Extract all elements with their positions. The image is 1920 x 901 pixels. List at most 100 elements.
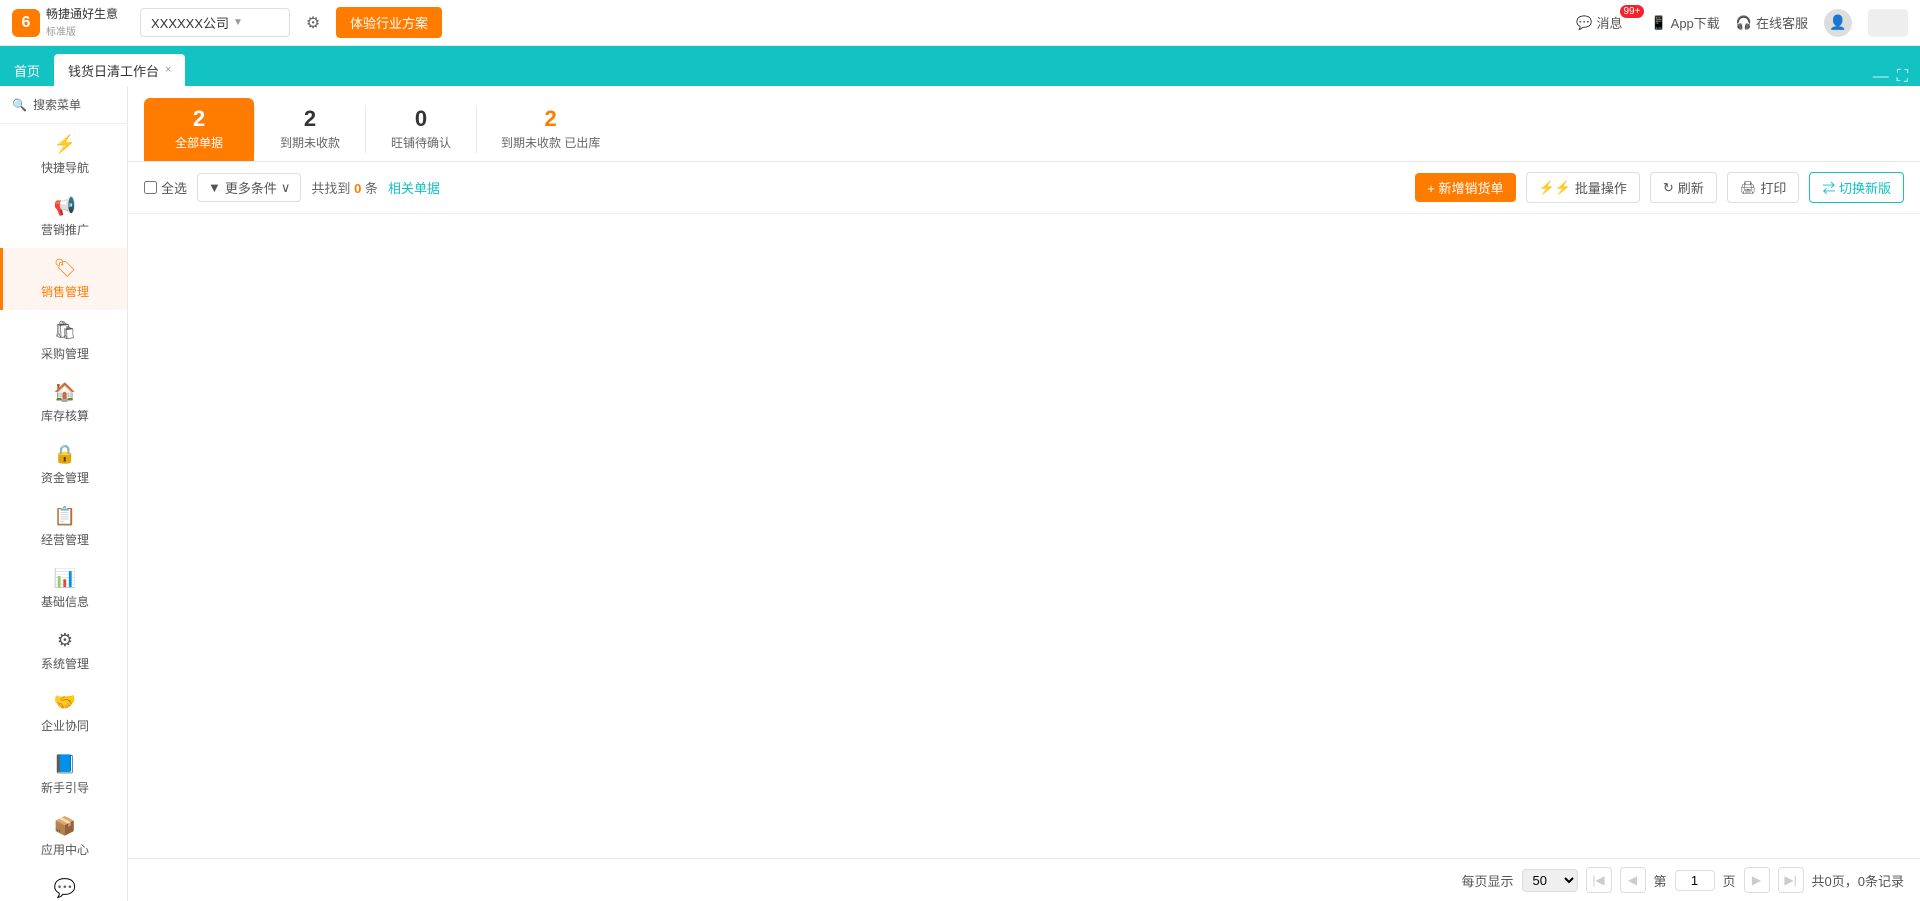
filter-button[interactable]: ▼ 更多条件 ∨ <box>197 173 301 202</box>
app-download-label: App下载 <box>1671 13 1720 32</box>
sidebar-item-purchase[interactable]: 🛍 采购管理 <box>0 310 127 372</box>
refresh-button[interactable]: ↻ 刷新 <box>1650 172 1717 203</box>
marketing-icon: 📢 <box>54 196 76 217</box>
stat-overdue-label: 到期未收款 <box>280 134 340 151</box>
tab-cash-goods-label: 钱货日清工作台 <box>68 61 159 80</box>
sidebar-item-label: 销售管理 <box>41 283 89 300</box>
found-prefix: 共找到 <box>311 181 350 196</box>
page-prefix: 第 <box>1654 871 1667 890</box>
tab-home[interactable]: 首页 <box>0 54 54 86</box>
total-records-label: 共0页，0条记录 <box>1812 871 1904 890</box>
sidebar-item-sales[interactable]: 🏷 销售管理 <box>0 248 127 310</box>
related-records-link[interactable]: 相关单据 <box>388 178 440 197</box>
logo-area: 6 畅捷通好生意 标准版 <box>12 7 140 38</box>
stat-tab-overdue-shipped[interactable]: 2 到期未收款 已出库 <box>477 98 624 161</box>
filter-dropdown-icon: ∨ <box>281 180 291 196</box>
guide-icon: 📘 <box>54 754 76 775</box>
message-label: 消息 <box>1596 13 1622 32</box>
company-name: XXXXXX公司 <box>151 13 229 32</box>
online-service-icon: 🎧 <box>1736 15 1752 31</box>
switch-label: 切换新版 <box>1839 181 1891 196</box>
sidebar-item-app-center[interactable]: 📦 应用中心 <box>0 806 127 868</box>
sidebar-item-finance[interactable]: 🔒 资金管理 <box>0 434 127 496</box>
sidebar-item-label: 快捷导航 <box>41 159 89 176</box>
sidebar-item-quick-nav[interactable]: ⚡ 快捷导航 <box>0 124 127 186</box>
last-page-button[interactable]: ▶| <box>1778 867 1804 893</box>
per-page-select[interactable]: 10 20 50 100 <box>1522 869 1578 892</box>
sidebar-item-label: 营销推广 <box>41 221 89 238</box>
stat-tab-pending[interactable]: 0 旺铺待确认 <box>366 98 476 161</box>
operations-icon: 📋 <box>54 506 76 527</box>
prev-page-button[interactable]: ◀ <box>1620 867 1646 893</box>
app-download-item[interactable]: 📱 App下载 <box>1650 13 1719 32</box>
settings-button[interactable]: ⚙ <box>298 8 328 38</box>
user-avatar[interactable]: 👤 <box>1824 9 1852 37</box>
online-service-item[interactable]: 🎧 在线客服 <box>1736 13 1808 32</box>
sidebar-item-operations[interactable]: 📋 经营管理 <box>0 496 127 558</box>
main-content: 2 全部单据 2 到期未收款 0 旺铺待确认 2 到期未收款 已出库 <box>128 86 1920 901</box>
batch-icon: ⚡⚡ <box>1539 180 1571 196</box>
stat-all-count: 2 <box>193 106 205 132</box>
sidebar-item-label: 系统管理 <box>41 655 89 672</box>
print-label: 打印 <box>1760 178 1786 197</box>
sidebar-item-marketing[interactable]: 📢 营销推广 <box>0 186 127 248</box>
empty-data-area <box>128 214 1920 858</box>
sidebar-search-label: 搜索菜单 <box>33 96 81 113</box>
sidebar-item-label: 经营管理 <box>41 531 89 548</box>
inventory-icon: 🏠 <box>54 382 76 403</box>
nav-tabs: 首页 钱货日清工作台 × — ⛶ <box>0 46 1920 86</box>
message-icon: 💬 <box>1576 15 1592 31</box>
stat-tab-overdue[interactable]: 2 到期未收款 <box>255 98 365 161</box>
sidebar-item-wechat-work[interactable]: 💬 企业微信 <box>0 868 127 901</box>
toolbar: 全选 ▼ 更多条件 ∨ 共找到 0 条 相关单据 + 新增销货单 ⚡⚡ <box>128 162 1920 214</box>
top-header: 6 畅捷通好生意 标准版 XXXXXX公司 ▼ ⚙ 体验行业方案 💬 消息 99… <box>0 0 1920 46</box>
print-button[interactable]: 🖨 打印 <box>1727 172 1800 203</box>
try-industry-button[interactable]: 体验行业方案 <box>336 7 442 38</box>
switch-new-version-button[interactable]: ⇄ 切换新版 <box>1809 172 1904 203</box>
page-number-input[interactable] <box>1675 870 1715 891</box>
settings-icon: ⚙ <box>306 13 320 33</box>
switch-icon: ⇄ <box>1822 181 1835 196</box>
tab-close-icon[interactable]: × <box>165 64 171 76</box>
tab-cash-goods[interactable]: 钱货日清工作台 × <box>54 54 185 86</box>
sidebar-item-guide[interactable]: 📘 新手引导 <box>0 744 127 806</box>
new-sales-order-button[interactable]: + 新增销货单 <box>1415 173 1515 202</box>
sidebar-item-basic-info[interactable]: 📊 基础信息 <box>0 558 127 620</box>
user-name-area[interactable] <box>1868 9 1908 37</box>
app-title: 畅捷通好生意 <box>46 7 118 23</box>
sidebar-item-enterprise[interactable]: 🤝 企业协同 <box>0 682 127 744</box>
enterprise-icon: 🤝 <box>54 692 76 713</box>
company-selector[interactable]: XXXXXX公司 ▼ <box>140 8 290 37</box>
found-unit: 条 <box>365 181 378 196</box>
sidebar: 🔍 搜索菜单 ⚡ 快捷导航 📢 营销推广 🏷 销售管理 🛍 采购管理 🏠 库存核… <box>0 86 128 901</box>
next-page-button[interactable]: ▶ <box>1744 867 1770 893</box>
stat-pending-count: 0 <box>415 106 427 132</box>
sidebar-search-item[interactable]: 🔍 搜索菜单 <box>0 86 127 124</box>
message-item[interactable]: 💬 消息 99+ <box>1572 13 1634 32</box>
select-all-checkbox[interactable] <box>144 181 157 194</box>
tab-home-label: 首页 <box>14 61 40 80</box>
message-badge: 99+ <box>1620 5 1645 18</box>
batch-operation-button[interactable]: ⚡⚡ 批量操作 <box>1526 172 1640 203</box>
nav-tab-actions: — ⛶ <box>1873 68 1920 86</box>
sidebar-item-inventory[interactable]: 🏠 库存核算 <box>0 372 127 434</box>
purchase-icon: 🛍 <box>54 320 77 341</box>
sidebar-item-system[interactable]: ⚙ 系统管理 <box>0 620 127 682</box>
stat-overdue-shipped-label: 到期未收款 已出库 <box>501 134 600 151</box>
tab-expand-icon[interactable]: ⛶ <box>1897 68 1908 86</box>
stat-overdue-shipped-count: 2 <box>545 106 557 132</box>
tab-minimize-icon[interactable]: — <box>1873 68 1889 86</box>
stat-tab-all[interactable]: 2 全部单据 <box>144 98 254 161</box>
first-page-button[interactable]: |◀ <box>1586 867 1612 893</box>
avatar-icon: 👤 <box>1829 14 1846 31</box>
stats-tabs-bar: 2 全部单据 2 到期未收款 0 旺铺待确认 2 到期未收款 已出库 <box>128 86 1920 162</box>
filter-icon: ▼ <box>208 180 221 195</box>
sales-icon: 🏷 <box>54 258 77 279</box>
page-suffix: 页 <box>1723 871 1736 890</box>
basic-info-icon: 📊 <box>54 568 76 589</box>
sidebar-item-label: 库存核算 <box>41 407 89 424</box>
print-icon: 🖨 <box>1740 180 1757 196</box>
sidebar-item-label: 企业协同 <box>41 717 89 734</box>
sidebar-item-label: 资金管理 <box>41 469 89 486</box>
select-all-checkbox-label[interactable]: 全选 <box>144 178 187 197</box>
